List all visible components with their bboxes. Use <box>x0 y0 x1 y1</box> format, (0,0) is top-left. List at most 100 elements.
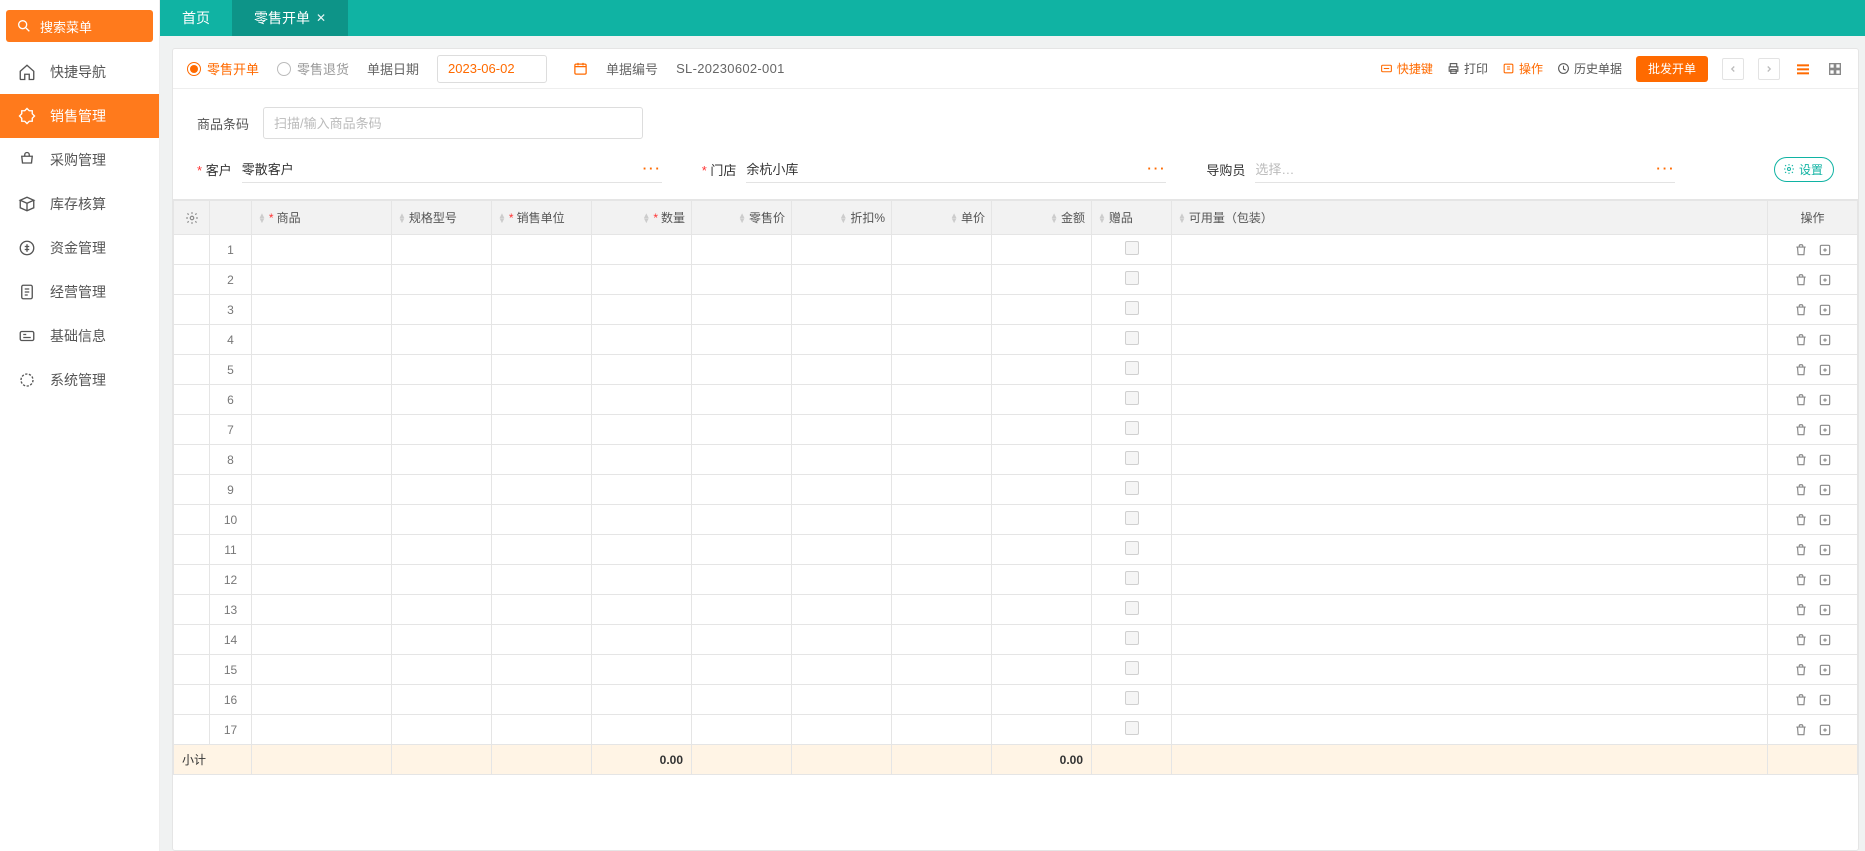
table-row[interactable]: 7 <box>174 415 1858 445</box>
checkbox-icon[interactable] <box>1125 391 1139 405</box>
delete-row-icon[interactable] <box>1794 363 1808 377</box>
delete-row-icon[interactable] <box>1794 663 1808 677</box>
gift-cell[interactable] <box>1092 295 1172 325</box>
checkbox-icon[interactable] <box>1125 601 1139 615</box>
checkbox-icon[interactable] <box>1125 301 1139 315</box>
tab-1[interactable]: 零售开单✕ <box>232 0 348 36</box>
close-icon[interactable]: ✕ <box>316 11 326 25</box>
table-row[interactable]: 8 <box>174 445 1858 475</box>
add-row-icon[interactable] <box>1818 393 1832 407</box>
delete-row-icon[interactable] <box>1794 453 1808 467</box>
store-picker[interactable]: 余杭小库 ··· <box>746 155 1166 183</box>
col-spec-header[interactable]: ▲▼规格型号 <box>392 201 492 235</box>
add-row-icon[interactable] <box>1818 243 1832 257</box>
table-row[interactable]: 11 <box>174 535 1858 565</box>
delete-row-icon[interactable] <box>1794 633 1808 647</box>
gift-cell[interactable] <box>1092 235 1172 265</box>
next-arrow[interactable] <box>1758 58 1780 80</box>
barcode-input[interactable] <box>263 107 643 139</box>
delete-row-icon[interactable] <box>1794 243 1808 257</box>
prev-arrow[interactable] <box>1722 58 1744 80</box>
gift-cell[interactable] <box>1092 325 1172 355</box>
gift-cell[interactable] <box>1092 685 1172 715</box>
delete-row-icon[interactable] <box>1794 693 1808 707</box>
table-row[interactable]: 6 <box>174 385 1858 415</box>
table-row[interactable]: 4 <box>174 325 1858 355</box>
checkbox-icon[interactable] <box>1125 631 1139 645</box>
table-row[interactable]: 3 <box>174 295 1858 325</box>
grid-wrapper[interactable]: ▲▼*商品 ▲▼规格型号 ▲▼*销售单位 ▲▼*数量 ▲▼零售价 ▲▼折扣% ▲… <box>173 199 1858 850</box>
checkbox-icon[interactable] <box>1125 331 1139 345</box>
checkbox-icon[interactable] <box>1125 661 1139 675</box>
col-gear-header[interactable] <box>174 201 210 235</box>
sidebar-item-1[interactable]: 销售管理 <box>0 94 159 138</box>
sidebar-item-7[interactable]: 系统管理 <box>0 358 159 402</box>
add-row-icon[interactable] <box>1818 633 1832 647</box>
add-row-icon[interactable] <box>1818 273 1832 287</box>
col-retail-header[interactable]: ▲▼零售价 <box>692 201 792 235</box>
add-row-icon[interactable] <box>1818 693 1832 707</box>
delete-row-icon[interactable] <box>1794 333 1808 347</box>
add-row-icon[interactable] <box>1818 513 1832 527</box>
add-row-icon[interactable] <box>1818 303 1832 317</box>
checkbox-icon[interactable] <box>1125 721 1139 735</box>
table-row[interactable]: 10 <box>174 505 1858 535</box>
tool-print[interactable]: 打印 <box>1447 60 1488 77</box>
gift-cell[interactable] <box>1092 565 1172 595</box>
table-row[interactable]: 15 <box>174 655 1858 685</box>
delete-row-icon[interactable] <box>1794 273 1808 287</box>
col-qty-header[interactable]: ▲▼*数量 <box>592 201 692 235</box>
grid-view-icon[interactable] <box>1826 60 1844 78</box>
col-amount-header[interactable]: ▲▼金额 <box>992 201 1092 235</box>
gift-cell[interactable] <box>1092 475 1172 505</box>
table-row[interactable]: 1 <box>174 235 1858 265</box>
checkbox-icon[interactable] <box>1125 271 1139 285</box>
list-view-icon[interactable] <box>1794 60 1812 78</box>
sidebar-item-4[interactable]: 资金管理 <box>0 226 159 270</box>
col-unit-header[interactable]: ▲▼*销售单位 <box>492 201 592 235</box>
add-row-icon[interactable] <box>1818 543 1832 557</box>
delete-row-icon[interactable] <box>1794 513 1808 527</box>
sidebar-item-5[interactable]: 经营管理 <box>0 270 159 314</box>
date-picker[interactable]: 2023-06-02 <box>437 55 547 83</box>
col-discount-header[interactable]: ▲▼折扣% <box>792 201 892 235</box>
table-row[interactable]: 9 <box>174 475 1858 505</box>
gift-cell[interactable] <box>1092 385 1172 415</box>
radio-return[interactable]: 零售退货 <box>277 59 349 78</box>
checkbox-icon[interactable] <box>1125 481 1139 495</box>
bulk-order-button[interactable]: 批发开单 <box>1636 56 1708 82</box>
sidebar-item-3[interactable]: 库存核算 <box>0 182 159 226</box>
col-gift-header[interactable]: ▲▼赠品 <box>1092 201 1172 235</box>
gift-cell[interactable] <box>1092 715 1172 745</box>
search-menu-button[interactable]: 搜索菜单 <box>6 10 153 42</box>
table-row[interactable]: 13 <box>174 595 1858 625</box>
add-row-icon[interactable] <box>1818 333 1832 347</box>
gift-cell[interactable] <box>1092 505 1172 535</box>
guide-picker[interactable]: 选择… ··· <box>1255 155 1675 183</box>
gift-cell[interactable] <box>1092 355 1172 385</box>
delete-row-icon[interactable] <box>1794 723 1808 737</box>
sidebar-item-6[interactable]: 基础信息 <box>0 314 159 358</box>
add-row-icon[interactable] <box>1818 453 1832 467</box>
checkbox-icon[interactable] <box>1125 421 1139 435</box>
checkbox-icon[interactable] <box>1125 691 1139 705</box>
checkbox-icon[interactable] <box>1125 241 1139 255</box>
add-row-icon[interactable] <box>1818 363 1832 377</box>
gift-cell[interactable] <box>1092 535 1172 565</box>
radio-retail[interactable]: 零售开单 <box>187 59 259 78</box>
settings-button[interactable]: 设置 <box>1774 157 1834 182</box>
table-row[interactable]: 2 <box>174 265 1858 295</box>
checkbox-icon[interactable] <box>1125 511 1139 525</box>
add-row-icon[interactable] <box>1818 723 1832 737</box>
sidebar-item-2[interactable]: 采购管理 <box>0 138 159 182</box>
gift-cell[interactable] <box>1092 655 1172 685</box>
gift-cell[interactable] <box>1092 445 1172 475</box>
delete-row-icon[interactable] <box>1794 303 1808 317</box>
table-row[interactable]: 17 <box>174 715 1858 745</box>
add-row-icon[interactable] <box>1818 423 1832 437</box>
checkbox-icon[interactable] <box>1125 571 1139 585</box>
table-row[interactable]: 16 <box>174 685 1858 715</box>
gift-cell[interactable] <box>1092 265 1172 295</box>
checkbox-icon[interactable] <box>1125 541 1139 555</box>
gift-cell[interactable] <box>1092 415 1172 445</box>
